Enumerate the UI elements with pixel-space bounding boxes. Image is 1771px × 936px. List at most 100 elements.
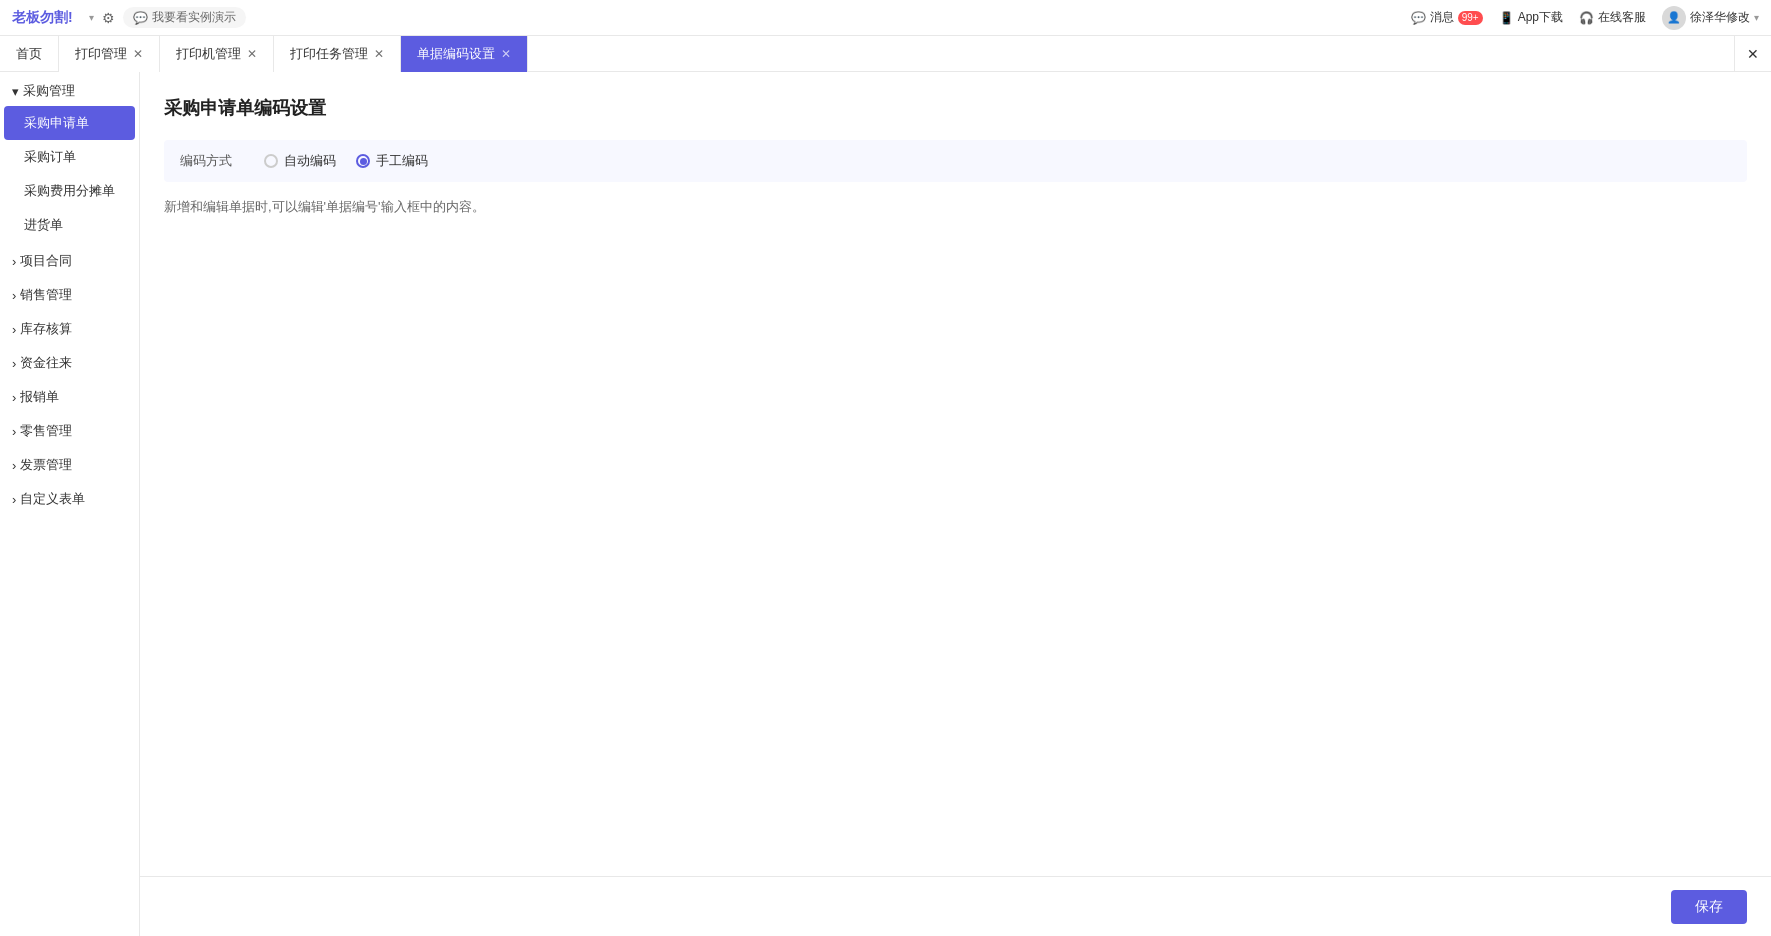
announce-icon: 💬 — [133, 11, 148, 25]
app-download-label: App下载 — [1518, 9, 1563, 26]
coding-section: 编码方式 自动编码 手工编码 新增和编辑单据时,可以编辑'单据编号'输入框中的内… — [164, 140, 1747, 216]
radio-group: 自动编码 手工编码 — [264, 152, 428, 170]
sidebar-group-retail: › 零售管理 — [0, 412, 139, 446]
coding-label: 编码方式 — [180, 152, 240, 170]
radio-auto-coding[interactable]: 自动编码 — [264, 152, 336, 170]
purchase-arrow-icon: ▾ — [12, 84, 19, 99]
sidebar-item-purchase-request[interactable]: 采购申请单 — [4, 106, 135, 140]
user-arrow-icon: ▾ — [1754, 12, 1759, 23]
user-name: 徐泽华修改 — [1690, 9, 1750, 26]
logo-arrow-icon[interactable]: ▾ — [89, 12, 94, 23]
tab-barcode-setting-close-icon[interactable]: ✕ — [501, 47, 511, 61]
sidebar-group-returns-label: 报销单 — [20, 388, 59, 406]
fund-arrow-icon: › — [12, 356, 16, 371]
radio-auto-label: 自动编码 — [284, 152, 336, 170]
logo[interactable]: 老板勿割! — [12, 9, 73, 27]
user-menu[interactable]: 👤 徐泽华修改 ▾ — [1662, 6, 1759, 30]
gear-icon[interactable]: ⚙ — [102, 10, 115, 26]
bell-icon: 💬 — [1411, 11, 1426, 25]
page-title: 采购申请单编码设置 — [164, 96, 1747, 120]
sidebar-group-inventory-title[interactable]: › 库存核算 — [0, 310, 139, 344]
sidebar-group-purchase-label: 采购管理 — [23, 82, 75, 100]
sidebar-item-purchase-expense-label: 采购费用分摊单 — [24, 182, 115, 200]
tab-barcode-setting-label: 单据编码设置 — [417, 45, 495, 63]
tab-print-task[interactable]: 打印任务管理 ✕ — [274, 36, 401, 72]
sidebar-group-project-label: 项目合同 — [20, 252, 72, 270]
coding-row: 编码方式 自动编码 手工编码 — [164, 140, 1747, 182]
radio-auto-circle — [264, 154, 278, 168]
announce-button[interactable]: 💬 我要看实例演示 — [123, 7, 246, 28]
sidebar-group-project-title[interactable]: › 项目合同 — [0, 242, 139, 276]
tab-print-task-close-icon[interactable]: ✕ — [374, 47, 384, 61]
sidebar-group-sales: › 销售管理 — [0, 276, 139, 310]
sidebar-group-sales-label: 销售管理 — [20, 286, 72, 304]
topbar: 老板勿割! ▾ ⚙ 💬 我要看实例演示 💬 消息 99+ 📱 App下载 🎧 在… — [0, 0, 1771, 36]
sidebar-group-custom-form-title[interactable]: › 自定义表单 — [0, 480, 139, 514]
invoice-arrow-icon: › — [12, 458, 16, 473]
sidebar-group-custom-form-label: 自定义表单 — [20, 490, 85, 508]
sidebar-item-purchase-request-label: 采购申请单 — [24, 114, 89, 132]
sidebar-group-purchase: ▾ 采购管理 采购申请单 采购订单 采购费用分摊单 进货单 — [0, 72, 139, 242]
message-button[interactable]: 💬 消息 99+ — [1411, 9, 1483, 26]
online-service-button[interactable]: 🎧 在线客服 — [1579, 9, 1646, 26]
close-all-tabs-button[interactable]: ✕ — [1734, 36, 1771, 72]
online-service-label: 在线客服 — [1598, 9, 1646, 26]
radio-manual-coding[interactable]: 手工编码 — [356, 152, 428, 170]
announce-text: 我要看实例演示 — [152, 9, 236, 26]
sidebar-group-retail-label: 零售管理 — [20, 422, 72, 440]
main-footer: 保存 — [140, 876, 1771, 936]
sidebar-item-purchase-order[interactable]: 采购订单 — [0, 140, 139, 174]
retail-arrow-icon: › — [12, 424, 16, 439]
sidebar-group-inventory-label: 库存核算 — [20, 320, 72, 338]
sidebar-group-purchase-title[interactable]: ▾ 采购管理 — [0, 72, 139, 106]
message-label: 消息 — [1430, 9, 1454, 26]
sidebar-group-sales-title[interactable]: › 销售管理 — [0, 276, 139, 310]
sidebar-group-project: › 项目合同 — [0, 242, 139, 276]
tab-print-mgmt-close-icon[interactable]: ✕ — [133, 47, 143, 61]
sidebar-group-fund-label: 资金往来 — [20, 354, 72, 372]
sidebar-group-fund: › 资金往来 — [0, 344, 139, 378]
headset-icon: 🎧 — [1579, 11, 1594, 25]
sidebar-group-invoice-label: 发票管理 — [20, 456, 72, 474]
tab-barcode-setting[interactable]: 单据编码设置 ✕ — [401, 36, 528, 72]
phone-icon: 📱 — [1499, 11, 1514, 25]
tab-printer-mgmt-label: 打印机管理 — [176, 45, 241, 63]
avatar: 👤 — [1662, 6, 1686, 30]
tab-print-mgmt-label: 打印管理 — [75, 45, 127, 63]
tab-printer-mgmt[interactable]: 打印机管理 ✕ — [160, 36, 274, 72]
info-text: 新增和编辑单据时,可以编辑'单据编号'输入框中的内容。 — [164, 198, 1747, 216]
sidebar: ▾ 采购管理 采购申请单 采购订单 采购费用分摊单 进货单 › 项目合同 — [0, 72, 140, 936]
tab-home-label: 首页 — [16, 45, 42, 63]
returns-arrow-icon: › — [12, 390, 16, 405]
inventory-arrow-icon: › — [12, 322, 16, 337]
sidebar-group-invoice-title[interactable]: › 发票管理 — [0, 446, 139, 480]
tab-home[interactable]: 首页 — [0, 36, 59, 72]
sidebar-item-purchase-order-label: 采购订单 — [24, 148, 76, 166]
sidebar-group-returns-title[interactable]: › 报销单 — [0, 378, 139, 412]
layout: ▾ 采购管理 采购申请单 采购订单 采购费用分摊单 进货单 › 项目合同 — [0, 72, 1771, 936]
sidebar-group-fund-title[interactable]: › 资金往来 — [0, 344, 139, 378]
message-badge: 99+ — [1458, 11, 1483, 25]
radio-manual-label: 手工编码 — [376, 152, 428, 170]
main-inner: 采购申请单编码设置 编码方式 自动编码 手工编码 — [140, 72, 1771, 876]
app-download-button[interactable]: 📱 App下载 — [1499, 9, 1563, 26]
sidebar-group-retail-title[interactable]: › 零售管理 — [0, 412, 139, 446]
topbar-right: 💬 消息 99+ 📱 App下载 🎧 在线客服 👤 徐泽华修改 ▾ — [1411, 6, 1759, 30]
tab-printer-mgmt-close-icon[interactable]: ✕ — [247, 47, 257, 61]
main-content: 采购申请单编码设置 编码方式 自动编码 手工编码 — [140, 72, 1771, 936]
radio-manual-circle — [356, 154, 370, 168]
sidebar-item-stock-in[interactable]: 进货单 — [0, 208, 139, 242]
sales-arrow-icon: › — [12, 288, 16, 303]
save-button[interactable]: 保存 — [1671, 890, 1747, 924]
tabs-bar: 首页 打印管理 ✕ 打印机管理 ✕ 打印任务管理 ✕ 单据编码设置 ✕ ✕ — [0, 36, 1771, 72]
custom-form-arrow-icon: › — [12, 492, 16, 507]
project-arrow-icon: › — [12, 254, 16, 269]
sidebar-group-inventory: › 库存核算 — [0, 310, 139, 344]
sidebar-group-returns: › 报销单 — [0, 378, 139, 412]
sidebar-item-stock-in-label: 进货单 — [24, 216, 63, 234]
sidebar-item-purchase-expense[interactable]: 采购费用分摊单 — [0, 174, 139, 208]
tab-print-mgmt[interactable]: 打印管理 ✕ — [59, 36, 160, 72]
topbar-center: 💬 我要看实例演示 — [123, 7, 1403, 28]
sidebar-group-invoice: › 发票管理 — [0, 446, 139, 480]
tab-print-task-label: 打印任务管理 — [290, 45, 368, 63]
